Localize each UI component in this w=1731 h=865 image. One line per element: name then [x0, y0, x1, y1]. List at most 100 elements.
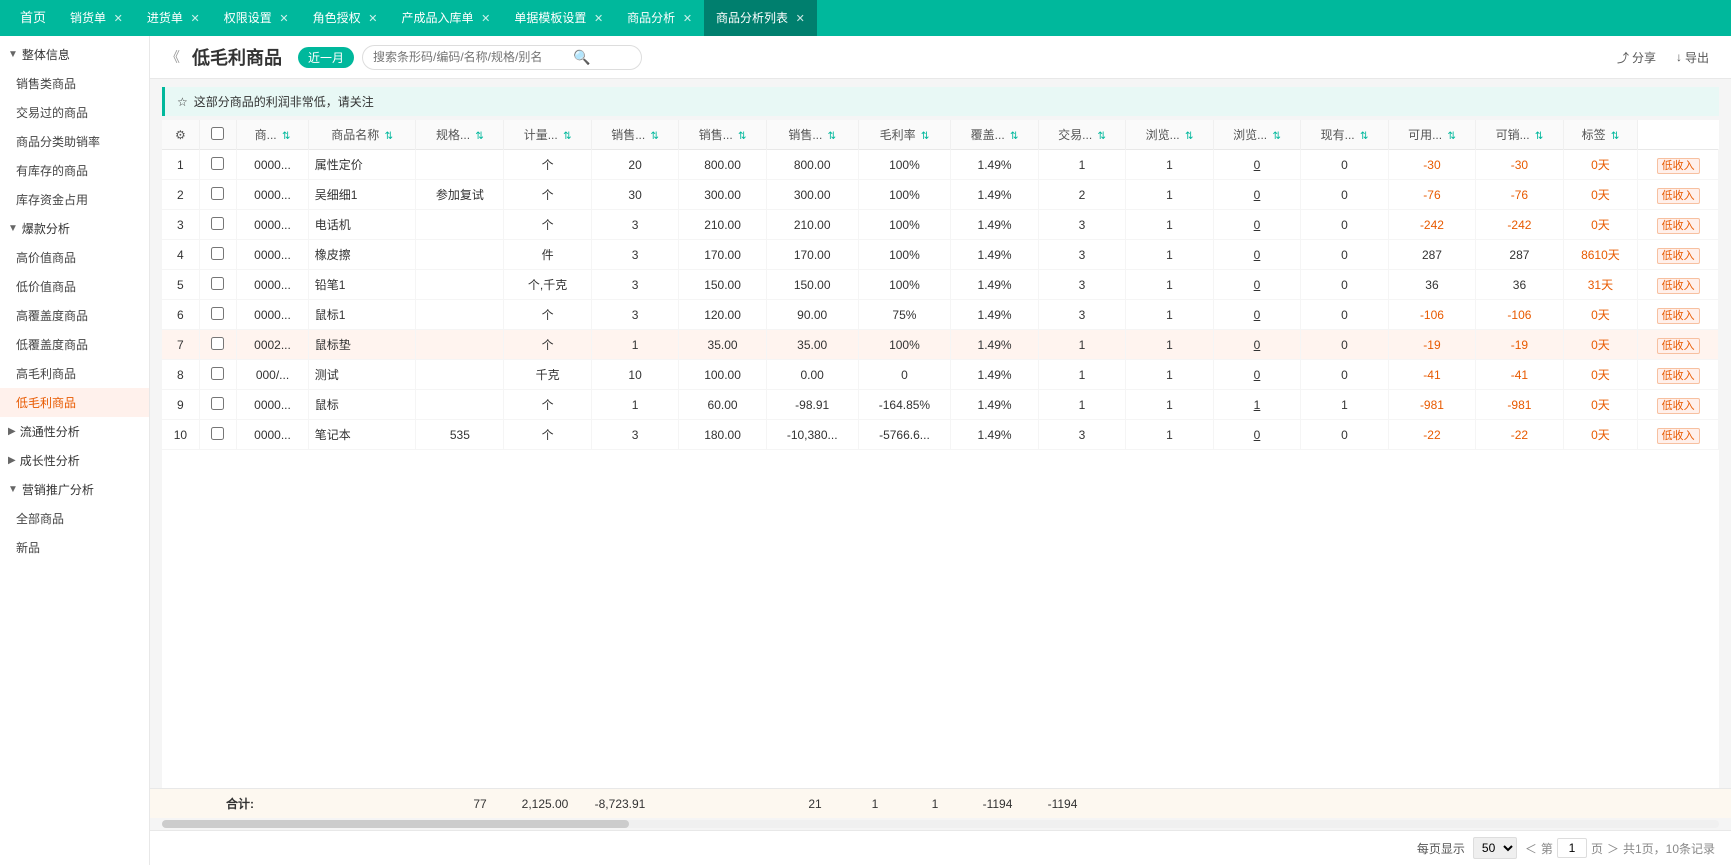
nav-product-analysis-list[interactable]: 商品分析列表 ✕ — [704, 0, 817, 36]
nav-purchase-order[interactable]: 进货单 ✕ — [135, 0, 212, 36]
row-checkbox[interactable] — [199, 300, 236, 330]
horizontal-scrollbar[interactable] — [162, 820, 1719, 828]
col-gross[interactable]: 毛利率 ⇅ — [858, 120, 951, 150]
close-icon[interactable]: ✕ — [114, 13, 123, 25]
date-filter-button[interactable]: 近一月 — [298, 47, 354, 68]
prev-page-button[interactable]: ＜ — [1525, 840, 1537, 857]
export-button[interactable]: ↓ 导出 — [1670, 46, 1715, 69]
row-browse1[interactable]: 0 — [1213, 210, 1300, 240]
row-browse1[interactable]: 0 — [1213, 420, 1300, 450]
row-select-checkbox[interactable] — [211, 397, 224, 410]
sidebar-item-high-coverage[interactable]: 高覆盖度商品 — [0, 301, 149, 330]
browse1-link[interactable]: 0 — [1254, 218, 1261, 232]
row-select-checkbox[interactable] — [211, 277, 224, 290]
col-settings[interactable]: ⚙ — [162, 120, 199, 150]
row-browse1[interactable]: 0 — [1213, 150, 1300, 180]
sidebar-group-growth[interactable]: ▶ 成长性分析 — [0, 446, 149, 475]
row-checkbox[interactable] — [199, 420, 236, 450]
col-name[interactable]: 商品名称 ⇅ — [308, 120, 416, 150]
col-price2[interactable]: 销售... ⇅ — [766, 120, 858, 150]
nav-product-entry[interactable]: 产成品入库单 ✕ — [389, 0, 502, 36]
sidebar-item-sales-goods[interactable]: 销售类商品 — [0, 69, 149, 98]
row-browse1[interactable]: 0 — [1213, 330, 1300, 360]
col-qty[interactable]: 销售... ⇅ — [591, 120, 678, 150]
collapse-button[interactable]: 《 — [166, 47, 180, 67]
nav-template-setting[interactable]: 单据模板设置 ✕ — [502, 0, 615, 36]
row-select-checkbox[interactable] — [211, 307, 224, 320]
browse1-link[interactable]: 0 — [1254, 278, 1261, 292]
row-checkbox[interactable] — [199, 240, 236, 270]
sidebar-item-new-goods[interactable]: 新品 — [0, 533, 149, 562]
close-icon[interactable]: ✕ — [796, 13, 805, 25]
sidebar-item-traded-goods[interactable]: 交易过的商品 — [0, 98, 149, 127]
browse1-link[interactable]: 1 — [1254, 398, 1261, 412]
sidebar-item-all-goods[interactable]: 全部商品 — [0, 504, 149, 533]
row-select-checkbox[interactable] — [211, 337, 224, 350]
sidebar-group-circulation[interactable]: ▶ 流通性分析 — [0, 417, 149, 446]
sidebar-item-category-rate[interactable]: 商品分类助销率 — [0, 127, 149, 156]
browse1-link[interactable]: 0 — [1254, 428, 1261, 442]
nav-product-analysis[interactable]: 商品分析 ✕ — [615, 0, 704, 36]
col-avail[interactable]: 可用... ⇅ — [1388, 120, 1475, 150]
browse1-link[interactable]: 0 — [1254, 368, 1261, 382]
col-stock[interactable]: 现有... ⇅ — [1301, 120, 1388, 150]
col-browse1[interactable]: 浏览... ⇅ — [1126, 120, 1213, 150]
search-icon[interactable]: 🔍 — [573, 49, 590, 66]
nav-home[interactable]: 首页 — [8, 0, 58, 36]
row-browse1[interactable]: 0 — [1213, 240, 1300, 270]
row-checkbox[interactable] — [199, 270, 236, 300]
share-button[interactable]: ⤴ 分享 — [1611, 46, 1662, 69]
col-tag[interactable]: 标签 ⇅ — [1563, 120, 1637, 150]
row-checkbox[interactable] — [199, 360, 236, 390]
col-saleable[interactable]: 可销... ⇅ — [1476, 120, 1563, 150]
col-price1[interactable]: 销售... ⇅ — [679, 120, 766, 150]
search-input[interactable] — [373, 50, 573, 64]
row-browse1[interactable]: 0 — [1213, 300, 1300, 330]
close-icon[interactable]: ✕ — [481, 13, 490, 25]
nav-permission[interactable]: 权限设置 ✕ — [212, 0, 301, 36]
col-spec[interactable]: 规格... ⇅ — [416, 120, 504, 150]
close-icon[interactable]: ✕ — [594, 13, 603, 25]
browse1-link[interactable]: 0 — [1254, 158, 1261, 172]
close-icon[interactable]: ✕ — [368, 13, 377, 25]
row-checkbox[interactable] — [199, 330, 236, 360]
browse1-link[interactable]: 0 — [1254, 188, 1261, 202]
row-checkbox[interactable] — [199, 390, 236, 420]
browse1-link[interactable]: 0 — [1254, 338, 1261, 352]
nav-role-auth[interactable]: 角色授权 ✕ — [301, 0, 390, 36]
row-checkbox[interactable] — [199, 180, 236, 210]
col-checkbox[interactable] — [199, 120, 236, 150]
sidebar-group-marketing[interactable]: ▼ 营销推广分析 — [0, 475, 149, 504]
row-select-checkbox[interactable] — [211, 157, 224, 170]
browse1-link[interactable]: 0 — [1254, 248, 1261, 262]
row-select-checkbox[interactable] — [211, 367, 224, 380]
select-all-checkbox[interactable] — [211, 127, 224, 140]
col-code[interactable]: 商... ⇅ — [237, 120, 309, 150]
sidebar-item-low-coverage[interactable]: 低覆盖度商品 — [0, 330, 149, 359]
row-browse1[interactable]: 0 — [1213, 180, 1300, 210]
row-select-checkbox[interactable] — [211, 187, 224, 200]
next-page-button[interactable]: ＞ — [1607, 840, 1619, 857]
row-browse1[interactable]: 1 — [1213, 390, 1300, 420]
nav-sales-order[interactable]: 销货单 ✕ — [58, 0, 135, 36]
row-checkbox[interactable] — [199, 210, 236, 240]
col-trade[interactable]: 交易... ⇅ — [1038, 120, 1125, 150]
col-unit[interactable]: 计量... ⇅ — [504, 120, 591, 150]
sidebar-item-low-margin[interactable]: 低毛利商品 — [0, 388, 149, 417]
sidebar-item-high-margin[interactable]: 高毛利商品 — [0, 359, 149, 388]
col-coverage[interactable]: 覆盖... ⇅ — [951, 120, 1038, 150]
browse1-link[interactable]: 0 — [1254, 308, 1261, 322]
row-select-checkbox[interactable] — [211, 427, 224, 440]
sidebar-group-overall[interactable]: ▼ 整体信息 — [0, 40, 149, 69]
sidebar-item-capital-usage[interactable]: 库存资金占用 — [0, 185, 149, 214]
close-icon[interactable]: ✕ — [279, 13, 288, 25]
page-input[interactable] — [1557, 838, 1587, 858]
sidebar-group-hot[interactable]: ▼ 爆款分析 — [0, 214, 149, 243]
sidebar-item-low-value[interactable]: 低价值商品 — [0, 272, 149, 301]
close-icon[interactable]: ✕ — [191, 13, 200, 25]
table-wrapper[interactable]: ⚙ 商... ⇅ 商品名称 ⇅ 规格... ⇅ 计量... ⇅ 销售... ⇅ … — [162, 120, 1719, 788]
row-browse1[interactable]: 0 — [1213, 270, 1300, 300]
close-icon[interactable]: ✕ — [683, 13, 692, 25]
row-browse1[interactable]: 0 — [1213, 360, 1300, 390]
sidebar-item-in-stock[interactable]: 有库存的商品 — [0, 156, 149, 185]
